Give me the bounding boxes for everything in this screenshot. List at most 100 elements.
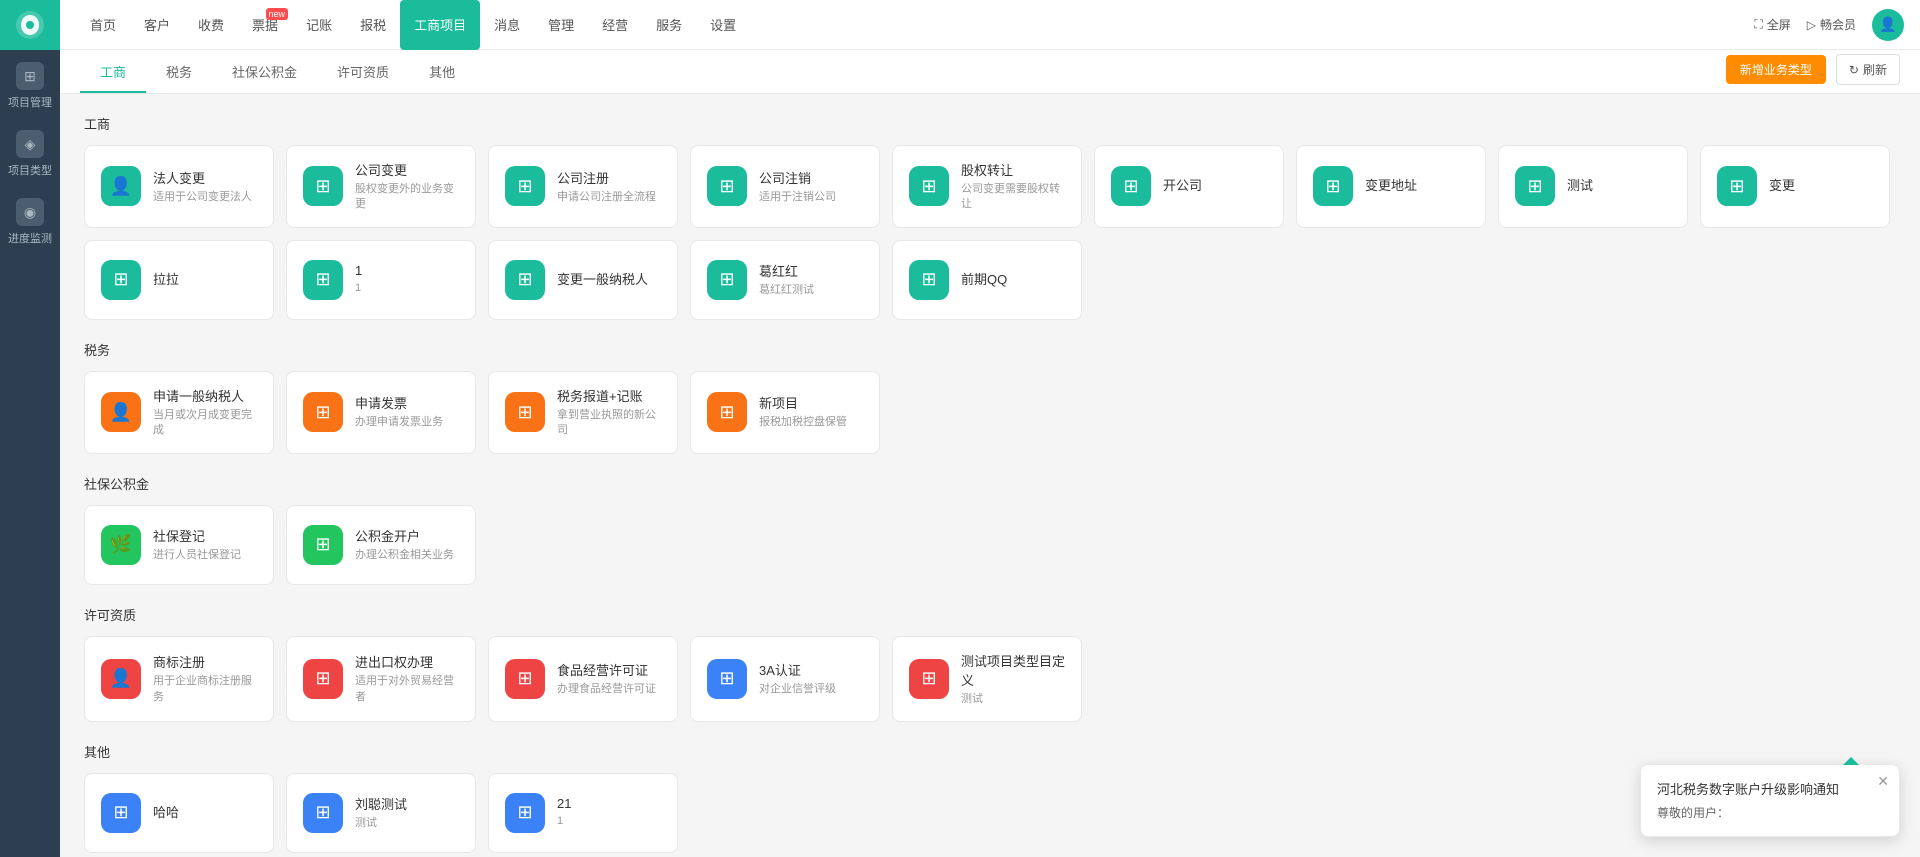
- avatar[interactable]: 👤: [1872, 9, 1904, 41]
- main-scroll: 工商 👤 法人变更 适用于公司变更法人 ⊞ 公司变更 股权变更外的业务变更: [60, 94, 1920, 857]
- notification-close-button[interactable]: ✕: [1877, 773, 1889, 790]
- card-change-address[interactable]: ⊞ 变更地址: [1296, 145, 1486, 228]
- notification-body: 尊敬的用户：: [1657, 804, 1883, 822]
- card-desc: 适用于对外贸易经营者: [355, 674, 459, 705]
- card-change2[interactable]: ⊞ 变更: [1700, 145, 1890, 228]
- tab-other[interactable]: 其他: [409, 50, 475, 93]
- card-3a-cert[interactable]: ⊞ 3A认证 对企业信誉评级: [690, 636, 880, 722]
- nav-manage[interactable]: 管理: [534, 0, 588, 50]
- sidebar-item-label: 进度监测: [8, 230, 52, 246]
- card-name: 1: [355, 263, 459, 278]
- card-tax-report-bookkeeping[interactable]: ⊞ 税务报道+记账 拿到营业执照的新公司: [488, 371, 678, 454]
- card-desc: 报税加税控盘保管: [759, 415, 863, 430]
- card-icon-test-type-def: ⊞: [909, 659, 949, 699]
- card-apply-invoice[interactable]: ⊞ 申请发票 办理申请发票业务: [286, 371, 476, 454]
- card-test-type-def[interactable]: ⊞ 测试项目类型目定义 测试: [892, 636, 1082, 722]
- card-desc: 葛红红测试: [759, 283, 863, 298]
- card-icon-change-address: ⊞: [1313, 166, 1353, 206]
- card-name: 税务报道+记账: [557, 386, 661, 405]
- nav-ticket[interactable]: 票据 new: [238, 0, 292, 50]
- tab-shebao[interactable]: 社保公积金: [212, 50, 317, 93]
- card-haha[interactable]: ⊞ 哈哈: [84, 773, 274, 853]
- card-icon-social-register: 🌿: [101, 525, 141, 565]
- card-equity-transfer[interactable]: ⊞ 股权转让 公司变更需要股权转让: [892, 145, 1082, 228]
- shuiwu-card-grid: 👤 申请一般纳税人 当月或次月成变更完成 ⊞ 申请发票 办理申请发票业务 ⊞: [84, 371, 1896, 454]
- card-social-register[interactable]: 🌿 社保登记 进行人员社保登记: [84, 505, 274, 585]
- page-area: 工商 税务 社保公积金 许可资质 其他 新增业务类型 ↻ 刷新 工商 👤: [60, 50, 1920, 857]
- card-desc: 进行人员社保登记: [153, 548, 257, 563]
- card-test[interactable]: ⊞ 测试: [1498, 145, 1688, 228]
- card-food-license[interactable]: ⊞ 食品经营许可证 办理食品经营许可证: [488, 636, 678, 722]
- nav-tax[interactable]: 报税: [346, 0, 400, 50]
- card-legal-change[interactable]: 👤 法人变更 适用于公司变更法人: [84, 145, 274, 228]
- card-name: 公司注销: [759, 168, 863, 187]
- member-btn[interactable]: ▷ 畅会员: [1807, 16, 1856, 33]
- card-desc: 办理申请发票业务: [355, 415, 459, 430]
- card-change-tax[interactable]: ⊞ 变更一般纳税人: [488, 240, 678, 320]
- nav-industrial[interactable]: 工商项目: [400, 0, 480, 50]
- card-desc: 测试: [355, 816, 459, 831]
- nav-customer[interactable]: 客户: [130, 0, 184, 50]
- card-icon-provident-open: ⊞: [303, 525, 343, 565]
- card-num1[interactable]: ⊞ 1 1: [286, 240, 476, 320]
- section-title-shebao: 社保公积金: [84, 474, 1896, 493]
- nav-service[interactable]: 服务: [642, 0, 696, 50]
- add-type-button[interactable]: 新增业务类型: [1726, 55, 1826, 84]
- card-name: 新项目: [759, 393, 863, 412]
- card-icon-num1: ⊞: [303, 260, 343, 300]
- card-icon-apply-invoice: ⊞: [303, 392, 343, 432]
- nav-bookkeeping[interactable]: 记账: [292, 0, 346, 50]
- card-desc: 用于企业商标注册服务: [153, 674, 257, 705]
- notification-title: 河北税务数字账户升级影响通知: [1657, 779, 1883, 798]
- card-company-change[interactable]: ⊞ 公司变更 股权变更外的业务变更: [286, 145, 476, 228]
- card-name: 3A认证: [759, 660, 863, 679]
- popup-triangle: [1843, 757, 1859, 765]
- card-trademark[interactable]: 👤 商标注册 用于企业商标注册服务: [84, 636, 274, 722]
- nav-billing[interactable]: 收费: [184, 0, 238, 50]
- tab-bar: 工商 税务 社保公积金 许可资质 其他 新增业务类型 ↻ 刷新: [60, 50, 1920, 94]
- card-company-cancel[interactable]: ⊞ 公司注销 适用于注销公司: [690, 145, 880, 228]
- sidebar-item-progress-monitor[interactable]: ◉ 进度监测: [0, 186, 60, 254]
- refresh-icon: ↻: [1849, 63, 1859, 77]
- nav-home[interactable]: 首页: [76, 0, 130, 50]
- sidebar-item-project-type[interactable]: ◈ 项目类型: [0, 118, 60, 186]
- new-badge: new: [266, 8, 289, 21]
- card-icon-lala: ⊞: [101, 260, 141, 300]
- card-provident-open[interactable]: ⊞ 公积金开户 办理公积金相关业务: [286, 505, 476, 585]
- card-open-company[interactable]: ⊞ 开公司: [1094, 145, 1284, 228]
- card-gehonghong[interactable]: ⊞ 葛红红 葛红红测试: [690, 240, 880, 320]
- progress-monitor-icon: ◉: [16, 198, 44, 226]
- card-icon-company-register: ⊞: [505, 166, 545, 206]
- card-company-register[interactable]: ⊞ 公司注册 申请公司注册全流程: [488, 145, 678, 228]
- card-lala[interactable]: ⊞ 拉拉: [84, 240, 274, 320]
- gongshang-card-grid: 👤 法人变更 适用于公司变更法人 ⊞ 公司变更 股权变更外的业务变更 ⊞: [84, 145, 1896, 320]
- card-name: 公司注册: [557, 168, 661, 187]
- card-new-project[interactable]: ⊞ 新项目 报税加税控盘保管: [690, 371, 880, 454]
- nav-settings[interactable]: 设置: [696, 0, 750, 50]
- tab-xuke[interactable]: 许可资质: [317, 50, 409, 93]
- card-liuming-test[interactable]: ⊞ 刘聪测试 测试: [286, 773, 476, 853]
- nav-operation[interactable]: 经营: [588, 0, 642, 50]
- avatar-icon: 👤: [1879, 16, 1896, 33]
- topnav-right: ⛶ 全屏 ▷ 畅会员 👤: [1754, 9, 1904, 41]
- card-apply-general-tax[interactable]: 👤 申请一般纳税人 当月或次月成变更完成: [84, 371, 274, 454]
- card-name: 哈哈: [153, 802, 257, 821]
- sidebar-item-project-manage[interactable]: ⊞ 项目管理: [0, 50, 60, 118]
- refresh-button[interactable]: ↻ 刷新: [1836, 54, 1900, 85]
- card-qianqi-qq[interactable]: ⊞ 前期QQ: [892, 240, 1082, 320]
- card-import-export[interactable]: ⊞ 进出口权办理 适用于对外贸易经营者: [286, 636, 476, 722]
- card-icon-apply-general-tax: 👤: [101, 392, 141, 432]
- card-desc: 测试: [961, 692, 1065, 707]
- card-num21[interactable]: ⊞ 21 1: [488, 773, 678, 853]
- tab-shuiwu[interactable]: 税务: [146, 50, 212, 93]
- fullscreen-btn[interactable]: ⛶ 全屏: [1754, 16, 1790, 33]
- card-icon-test: ⊞: [1515, 166, 1555, 206]
- card-icon-company-change: ⊞: [303, 166, 343, 206]
- card-desc: 公司变更需要股权转让: [961, 182, 1065, 213]
- logo[interactable]: [0, 0, 60, 50]
- card-icon-company-cancel: ⊞: [707, 166, 747, 206]
- nav-message[interactable]: 消息: [480, 0, 534, 50]
- card-desc: 1: [355, 281, 459, 296]
- tab-gongshang[interactable]: 工商: [80, 50, 146, 93]
- card-icon-gehonghong: ⊞: [707, 260, 747, 300]
